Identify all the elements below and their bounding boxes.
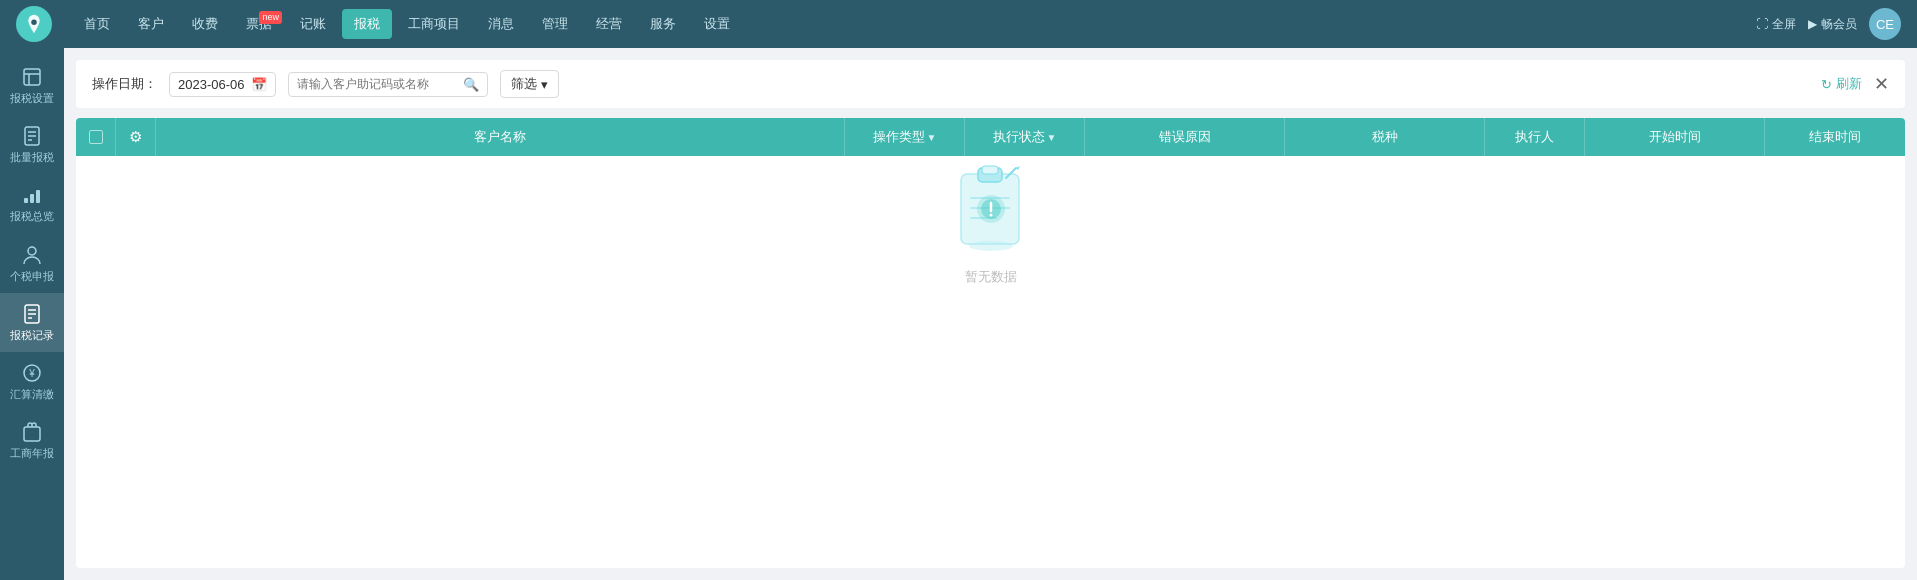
filter-button[interactable]: 筛选 ▾ bbox=[500, 70, 559, 98]
main-layout: 报税设置 批量报税 报税总览 bbox=[0, 48, 1917, 580]
calendar-icon: 📅 bbox=[251, 77, 267, 92]
empty-text: 暂无数据 bbox=[965, 268, 1017, 286]
sidebar-item-batch-tax[interactable]: 批量报税 bbox=[0, 115, 64, 174]
sidebar-label-settlement: 汇算清缴 bbox=[10, 388, 54, 401]
content-area: 操作日期： 2023-06-06 📅 🔍 筛选 ▾ ↻ 刷新 ✕ bbox=[64, 48, 1917, 580]
th-tax-type: 税种 bbox=[1285, 118, 1485, 156]
chevron-down-icon: ▾ bbox=[541, 77, 548, 92]
nav-invoice[interactable]: 票据 new bbox=[234, 9, 284, 39]
svg-rect-10 bbox=[36, 190, 40, 203]
sidebar-label-batch-tax: 批量报税 bbox=[10, 151, 54, 164]
nav-billing[interactable]: 收费 bbox=[180, 9, 230, 39]
date-picker[interactable]: 2023-06-06 📅 bbox=[169, 72, 276, 97]
filter-bar: 操作日期： 2023-06-06 📅 🔍 筛选 ▾ ↻ 刷新 ✕ bbox=[76, 60, 1905, 108]
sidebar-item-settlement[interactable]: ¥ 汇算清缴 bbox=[0, 352, 64, 411]
table-header: ⚙ 客户名称 操作类型 ▼ 执行状态 ▼ 错误原因 税种 bbox=[76, 118, 1905, 156]
nav-bookkeeping[interactable]: 记账 bbox=[288, 9, 338, 39]
sidebar-label-annual-report: 工商年报 bbox=[10, 447, 54, 460]
nav-items: 首页 客户 收费 票据 new 记账 报税 工商项目 消息 管理 经营 服务 设… bbox=[72, 9, 1756, 39]
tax-summary-icon bbox=[21, 184, 43, 206]
new-badge: new bbox=[259, 11, 282, 24]
svg-rect-1 bbox=[24, 69, 40, 85]
search-icon[interactable]: 🔍 bbox=[463, 77, 479, 92]
refresh-button[interactable]: ↻ 刷新 bbox=[1821, 75, 1862, 93]
svg-point-0 bbox=[31, 19, 37, 25]
table-container: ⚙ 客户名称 操作类型 ▼ 执行状态 ▼ 错误原因 税种 bbox=[76, 118, 1905, 568]
sidebar-label-tax-settings: 报税设置 bbox=[10, 92, 54, 105]
tax-records-icon bbox=[21, 303, 43, 325]
top-navigation: 首页 客户 收费 票据 new 记账 报税 工商项目 消息 管理 经营 服务 设… bbox=[0, 0, 1917, 48]
filter-icon-status[interactable]: ▼ bbox=[1047, 132, 1057, 143]
fullscreen-label: 全屏 bbox=[1772, 16, 1796, 33]
date-label: 操作日期： bbox=[92, 75, 157, 93]
tax-settings-icon bbox=[21, 66, 43, 88]
sidebar-label-individual-tax: 个税申报 bbox=[10, 270, 54, 283]
svg-point-28 bbox=[989, 214, 992, 217]
sidebar-label-tax-records: 报税记录 bbox=[10, 329, 54, 342]
search-input[interactable] bbox=[297, 77, 457, 91]
individual-tax-icon bbox=[21, 244, 43, 266]
svg-rect-21 bbox=[982, 166, 998, 174]
close-button[interactable]: ✕ bbox=[1874, 75, 1889, 93]
empty-state: 暂无数据 bbox=[76, 156, 1905, 286]
th-exec-status: 执行状态 ▼ bbox=[965, 118, 1085, 156]
sidebar-item-tax-records[interactable]: 报税记录 bbox=[0, 293, 64, 352]
refresh-label: 刷新 bbox=[1836, 75, 1862, 93]
app-logo[interactable] bbox=[16, 6, 52, 42]
sidebar-item-individual-tax[interactable]: 个税申报 bbox=[0, 234, 64, 293]
svg-point-31 bbox=[969, 241, 1013, 251]
th-end-time: 结束时间 bbox=[1765, 118, 1905, 156]
th-error-reason: 错误原因 bbox=[1085, 118, 1285, 156]
nav-business[interactable]: 工商项目 bbox=[396, 9, 472, 39]
svg-rect-18 bbox=[24, 427, 40, 441]
nav-operations[interactable]: 经营 bbox=[584, 9, 634, 39]
th-settings[interactable]: ⚙ bbox=[116, 118, 156, 156]
settings-icon: ⚙ bbox=[129, 128, 142, 146]
annual-report-icon bbox=[21, 421, 43, 443]
svg-text:¥: ¥ bbox=[28, 368, 35, 379]
nav-client[interactable]: 客户 bbox=[126, 9, 176, 39]
sidebar-item-tax-settings[interactable]: 报税设置 bbox=[0, 56, 64, 115]
fullscreen-icon: ⛶ bbox=[1756, 17, 1768, 31]
fullscreen-button[interactable]: ⛶ 全屏 bbox=[1756, 16, 1796, 33]
select-all-checkbox[interactable] bbox=[89, 130, 103, 144]
nav-management[interactable]: 管理 bbox=[530, 9, 580, 39]
table-body: 暂无数据 bbox=[76, 156, 1905, 568]
sidebar-item-annual-report[interactable]: 工商年报 bbox=[0, 411, 64, 470]
member-button[interactable]: ▶ 畅会员 bbox=[1808, 16, 1857, 33]
refresh-icon: ↻ bbox=[1821, 77, 1832, 92]
settlement-icon: ¥ bbox=[21, 362, 43, 384]
svg-marker-30 bbox=[1016, 166, 1020, 170]
svg-rect-8 bbox=[24, 198, 28, 203]
svg-rect-9 bbox=[30, 194, 34, 203]
th-client-name: 客户名称 bbox=[156, 118, 845, 156]
th-checkbox bbox=[76, 118, 116, 156]
date-value: 2023-06-06 bbox=[178, 77, 245, 92]
nav-settings[interactable]: 设置 bbox=[692, 9, 742, 39]
sidebar-label-tax-summary: 报税总览 bbox=[10, 210, 54, 223]
nav-tax[interactable]: 报税 bbox=[342, 9, 392, 39]
filter-label: 筛选 bbox=[511, 75, 537, 93]
nav-home[interactable]: 首页 bbox=[72, 9, 122, 39]
th-operation-type: 操作类型 ▼ bbox=[845, 118, 965, 156]
batch-tax-icon bbox=[21, 125, 43, 147]
search-box: 🔍 bbox=[288, 72, 488, 97]
sidebar-item-tax-summary[interactable]: 报税总览 bbox=[0, 174, 64, 233]
sidebar: 报税设置 批量报税 报税总览 bbox=[0, 48, 64, 580]
th-start-time: 开始时间 bbox=[1585, 118, 1765, 156]
member-label: 畅会员 bbox=[1821, 16, 1857, 33]
svg-point-11 bbox=[28, 247, 36, 255]
filter-icon-operation[interactable]: ▼ bbox=[927, 132, 937, 143]
video-icon: ▶ bbox=[1808, 17, 1817, 31]
th-executor: 执行人 bbox=[1485, 118, 1585, 156]
user-avatar[interactable]: CE bbox=[1869, 8, 1901, 40]
nav-services[interactable]: 服务 bbox=[638, 9, 688, 39]
top-nav-right: ⛶ 全屏 ▶ 畅会员 CE bbox=[1756, 8, 1901, 40]
nav-messages[interactable]: 消息 bbox=[476, 9, 526, 39]
empty-illustration bbox=[946, 156, 1036, 256]
